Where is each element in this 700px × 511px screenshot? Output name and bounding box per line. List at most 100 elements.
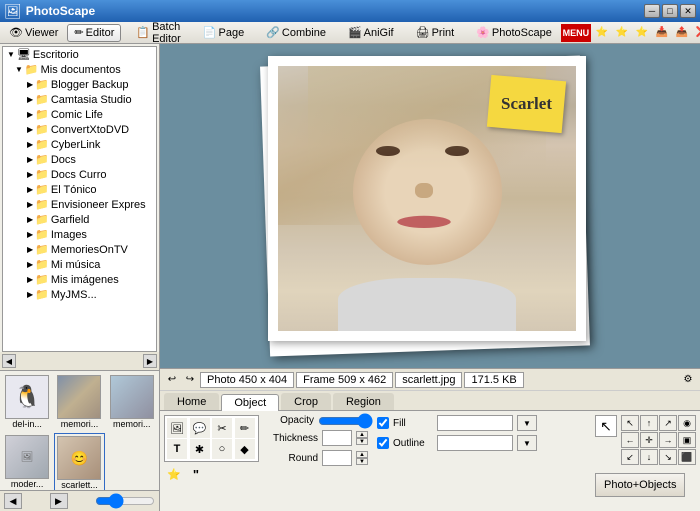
star2-btn[interactable]: ⭐ xyxy=(613,24,631,42)
round-up[interactable]: ▲ xyxy=(356,451,368,458)
import-btn[interactable]: 📥 xyxy=(653,24,671,42)
tool-star[interactable]: ⭐ xyxy=(164,464,184,484)
nav-back-btn[interactable]: ◀ xyxy=(4,493,22,509)
arr-btn6[interactable]: ✛ xyxy=(640,432,658,448)
tree-item-garfield[interactable]: ▶ 📁 Garfield xyxy=(3,212,156,227)
tab-object[interactable]: Object xyxy=(221,394,279,411)
photo-objects-button[interactable]: Photo+Objects xyxy=(595,473,685,497)
tab-anigif[interactable]: 🎬 AniGif xyxy=(341,24,401,42)
outline-label: Outline xyxy=(393,438,433,449)
thumb-del-in[interactable]: 🐧 del-in... xyxy=(2,373,52,431)
menu-icon-btn[interactable]: MENU xyxy=(561,24,591,42)
thumb-scarlett[interactable]: 😊 scarlett... xyxy=(54,433,104,490)
tree-item-convert[interactable]: ▶ 📁 ConvertXtoDVD xyxy=(3,122,156,137)
outline-color-box[interactable] xyxy=(437,435,513,451)
tree-item-comic[interactable]: ▶ 📁 Comic Life xyxy=(3,107,156,122)
arr-btn7[interactable]: → xyxy=(659,432,677,448)
tree-item-camtasia[interactable]: ▶ 📁 Camtasia Studio xyxy=(3,92,156,107)
tool-pencil[interactable]: ✏ xyxy=(235,418,255,438)
tool-circle[interactable]: ○ xyxy=(212,439,232,459)
arr-btn3[interactable]: ↗ xyxy=(659,415,677,431)
thickness-input[interactable]: 2 xyxy=(322,430,352,446)
opacity-slider[interactable] xyxy=(318,416,373,426)
tree-item-cyberlink[interactable]: ▶ 📁 CyberLink xyxy=(3,137,156,152)
thumb-memori1[interactable]: memori... xyxy=(54,373,104,431)
undo-btn[interactable]: ↩ xyxy=(164,372,180,388)
tool-image[interactable]: 🖼 xyxy=(167,418,187,438)
outline-dropdown[interactable]: ▼ xyxy=(517,435,537,451)
arr-btn11[interactable]: ↘ xyxy=(659,449,677,465)
tree-item-docscurro[interactable]: ▶ 📁 Docs Curro xyxy=(3,167,156,182)
tree-item-envisioneer[interactable]: ▶ 📁 Envisioneer Expres xyxy=(3,197,156,212)
tab-home[interactable]: Home xyxy=(164,393,219,410)
canvas-area[interactable]: Scarlet xyxy=(160,44,700,368)
tree-item-misimag[interactable]: ▶ 📁 Mis imágenes xyxy=(3,272,156,287)
thickness-down[interactable]: ▼ xyxy=(356,438,368,445)
arr-btn12[interactable]: ⬛ xyxy=(678,449,696,465)
arr-btn2[interactable]: ↑ xyxy=(640,415,658,431)
folder-icon-camtasia: 📁 xyxy=(35,93,49,106)
star3-btn[interactable]: ⭐ xyxy=(633,24,651,42)
tree-item-myjms[interactable]: ▶ 📁 MyJMS... xyxy=(3,287,156,302)
export-btn[interactable]: 📤 xyxy=(673,24,691,42)
tree-item-misdocs[interactable]: ▼ 📁 Mis documentos xyxy=(3,62,156,77)
tool-speech[interactable]: 💬 xyxy=(190,418,210,438)
arr-btn9[interactable]: ↙ xyxy=(621,449,639,465)
tree-item-images[interactable]: ▶ 📁 Images xyxy=(3,227,156,242)
thumb-memori2[interactable]: memori... xyxy=(107,373,157,431)
tree-item-eltonico[interactable]: ▶ 📁 El Tónico xyxy=(3,182,156,197)
round-down[interactable]: ▼ xyxy=(356,458,368,465)
tool-cut[interactable]: ✂ xyxy=(212,418,232,438)
fill-color-box[interactable] xyxy=(437,415,513,431)
arr-btn4[interactable]: ◉ xyxy=(678,415,696,431)
photo-size-status: Photo 450 x 404 xyxy=(200,372,294,388)
thickness-up[interactable]: ▲ xyxy=(356,431,368,438)
arr-btn5[interactable]: ← xyxy=(621,432,639,448)
tree-item-escritorio[interactable]: ▼ 🖥 Escritorio xyxy=(3,47,156,62)
tab-crop[interactable]: Crop xyxy=(281,393,331,410)
tab-viewer[interactable]: 👁 Viewer xyxy=(2,24,65,42)
file-tree[interactable]: ▼ 🖥 Escritorio ▼ 📁 Mis documentos ▶ 📁 Bl… xyxy=(2,46,157,352)
zoom-slider[interactable] xyxy=(95,497,155,505)
outline-checkbox[interactable] xyxy=(377,437,389,449)
tab-page[interactable]: 📄 Page xyxy=(196,24,251,42)
tree-item-docs[interactable]: ▶ 📁 Docs xyxy=(3,152,156,167)
tab-region[interactable]: Region xyxy=(333,393,394,410)
tab-editor[interactable]: ✏ Editor xyxy=(67,24,121,42)
fill-checkbox[interactable] xyxy=(377,417,389,429)
settings-icon-btn[interactable]: ⚙ xyxy=(680,372,696,388)
star1-btn[interactable]: ⭐ xyxy=(593,24,611,42)
tab-print[interactable]: 🖨 Print xyxy=(409,24,462,42)
arr-btn8[interactable]: ▣ xyxy=(678,432,696,448)
tab-photoscape[interactable]: 🌸 PhotoScape xyxy=(469,24,559,42)
tux-icon: 🐧 xyxy=(13,384,40,410)
tab-combine[interactable]: 🔗 Combine xyxy=(259,24,333,42)
cursor-tool[interactable]: ↖ xyxy=(595,415,617,437)
tool-quote[interactable]: " xyxy=(186,464,206,484)
round-input[interactable]: 32 xyxy=(322,450,352,466)
tool-star-shape[interactable]: ✱ xyxy=(190,439,210,459)
arr-btn1[interactable]: ↖ xyxy=(621,415,639,431)
tree-item-memories[interactable]: ▶ 📁 MemoriesOnTV xyxy=(3,242,156,257)
tree-nav-right[interactable]: ▶ xyxy=(143,354,157,368)
delete-btn[interactable]: ❌ xyxy=(693,24,700,42)
arr-btn10[interactable]: ↓ xyxy=(640,449,658,465)
maximize-button[interactable]: □ xyxy=(662,4,678,18)
fill-dropdown[interactable]: ▼ xyxy=(517,415,537,431)
tool-polygon[interactable]: ◆ xyxy=(235,439,255,459)
minimize-button[interactable]: ─ xyxy=(644,4,660,18)
close-button[interactable]: ✕ xyxy=(680,4,696,18)
tool-text[interactable]: T xyxy=(167,439,187,459)
tree-nav-left[interactable]: ◀ xyxy=(2,354,16,368)
thumb-moder[interactable]: 🖼 moder... xyxy=(2,433,52,490)
tree-item-blogger[interactable]: ▶ 📁 Blogger Backup xyxy=(3,77,156,92)
tree-scroll[interactable]: ▼ 🖥 Escritorio ▼ 📁 Mis documentos ▶ 📁 Bl… xyxy=(3,47,156,351)
thumb-label-mem2: memori... xyxy=(110,419,154,429)
right-panel: Scarlet ↩ ↪ Photo 450 x 404 Frame 509 x … xyxy=(160,44,700,511)
redo-btn[interactable]: ↪ xyxy=(182,372,198,388)
thumb-img-del: 🐧 xyxy=(5,375,49,419)
tab-batch[interactable]: 📋 Batch Editor xyxy=(129,24,187,42)
thumbnail-area[interactable]: 🐧 del-in... memori... memori... 🖼 xyxy=(0,370,159,490)
tree-item-musica[interactable]: ▶ 📁 Mi música xyxy=(3,257,156,272)
nav-forward-btn[interactable]: ▶ xyxy=(50,493,68,509)
